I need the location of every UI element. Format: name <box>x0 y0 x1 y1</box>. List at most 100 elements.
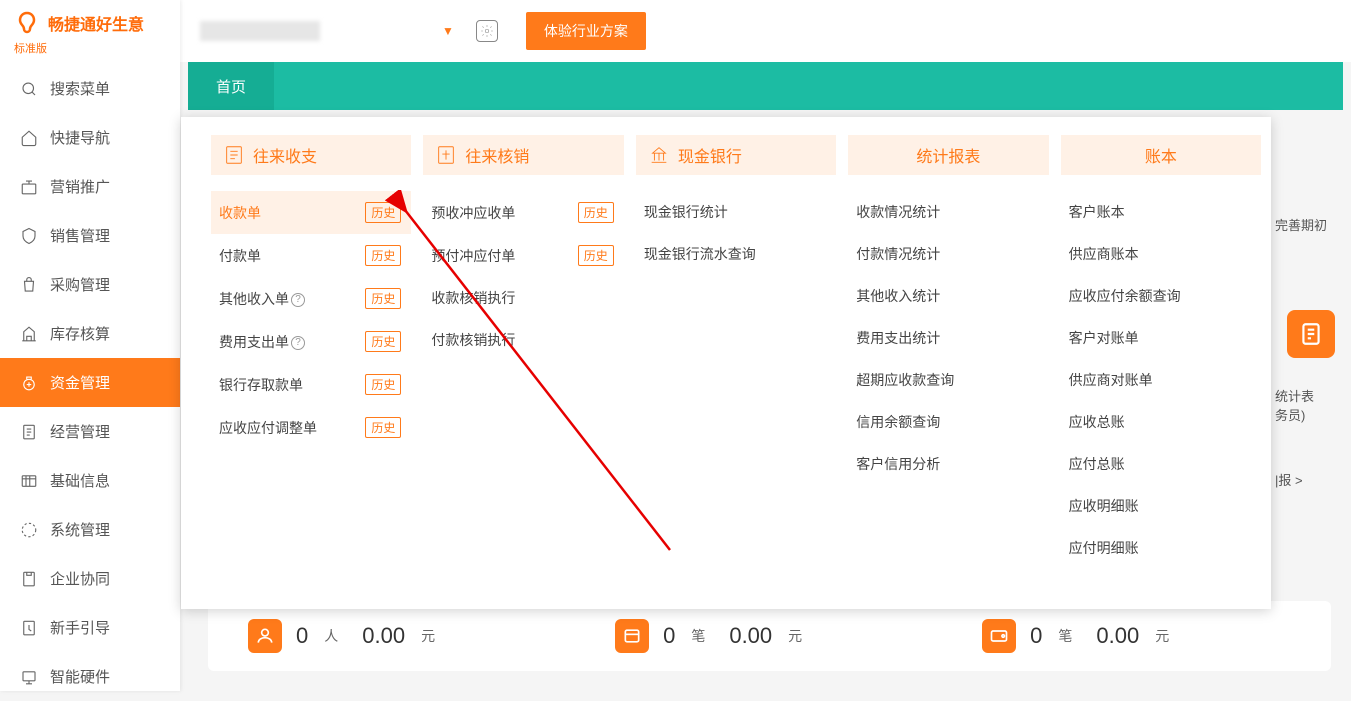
menu-label: 客户对账单 <box>1069 328 1139 348</box>
menu-label: 费用支出单? <box>219 332 305 352</box>
settings-icon[interactable] <box>476 20 498 42</box>
menu-label: 其他收入统计 <box>856 286 940 306</box>
mega-col-4: 统计报表 收款情况统计付款情况统计其他收入统计费用支出统计超期应收款查询信用余额… <box>848 135 1048 569</box>
menu-item-c5-2[interactable]: 应收应付余额查询 <box>1061 275 1261 317</box>
stat3-unit2: 元 <box>1155 626 1169 646</box>
menu-label: 供应商对账单 <box>1069 370 1153 390</box>
menu-item-c5-1[interactable]: 供应商账本 <box>1061 233 1261 275</box>
menu-item-c4-2[interactable]: 其他收入统计 <box>848 275 1048 317</box>
sidebar-item-11[interactable]: 新手引导 <box>0 603 180 652</box>
chevron-down-icon[interactable]: ▼ <box>442 24 454 38</box>
menu-item-c1-5[interactable]: 应收应付调整单历史 <box>211 406 411 449</box>
sidebar-icon-11 <box>20 619 38 637</box>
sidebar-label-1: 快捷导航 <box>50 127 110 148</box>
menu-item-c1-2[interactable]: 其他收入单? 历史 <box>211 277 411 320</box>
menu-label: 应收应付余额查询 <box>1069 286 1181 306</box>
mega-col-5: 账本 客户账本供应商账本应收应付余额查询客户对账单供应商对账单应收总账应付总账应… <box>1061 135 1261 569</box>
menu-item-c1-1[interactable]: 付款单历史 <box>211 234 411 277</box>
sidebar-icon-1 <box>20 129 38 147</box>
menu-item-c5-0[interactable]: 客户账本 <box>1061 191 1261 233</box>
sidebar-item-8[interactable]: 基础信息 <box>0 456 180 505</box>
col-title-4: 统计报表 <box>916 143 980 167</box>
sidebar-item-4[interactable]: 采购管理 <box>0 260 180 309</box>
float-action-icon[interactable] <box>1287 310 1335 358</box>
sidebar-item-5[interactable]: 库存核算 <box>0 309 180 358</box>
menu-label: 客户账本 <box>1069 202 1125 222</box>
history-badge[interactable]: 历史 <box>578 202 614 223</box>
history-badge[interactable]: 历史 <box>365 417 401 438</box>
sidebar-item-10[interactable]: 企业协同 <box>0 554 180 603</box>
menu-label: 信用余额查询 <box>856 412 940 432</box>
menu-item-c5-3[interactable]: 客户对账单 <box>1061 317 1261 359</box>
menu-label: 预付冲应付单 <box>431 246 515 266</box>
history-badge[interactable]: 历史 <box>365 331 401 352</box>
sidebar-icon-7 <box>20 423 38 441</box>
history-badge[interactable]: 历史 <box>578 245 614 266</box>
menu-item-c4-6[interactable]: 客户信用分析 <box>848 443 1048 485</box>
menu-item-c4-5[interactable]: 信用余额查询 <box>848 401 1048 443</box>
history-badge[interactable]: 历史 <box>365 374 401 395</box>
peek-line-4: |报 > <box>1275 470 1351 489</box>
menu-item-c1-4[interactable]: 银行存取款单 历史 <box>211 363 411 406</box>
menu-label: 应付总账 <box>1069 454 1125 474</box>
org-name-redacted <box>200 21 320 41</box>
sidebar-item-9[interactable]: 系统管理 <box>0 505 180 554</box>
menu-item-c5-5[interactable]: 应收总账 <box>1061 401 1261 443</box>
sidebar-label-11: 新手引导 <box>50 617 110 638</box>
sidebar-label-0: 搜索菜单 <box>50 78 110 99</box>
sidebar-item-3[interactable]: 销售管理 <box>0 211 180 260</box>
history-badge[interactable]: 历史 <box>365 245 401 266</box>
receipt-icon <box>223 144 245 166</box>
peek-line-3: 务员) <box>1275 405 1351 424</box>
menu-label: 收款单 <box>219 203 261 223</box>
menu-item-c3-0[interactable]: 现金银行统计 <box>636 191 836 233</box>
menu-item-c4-4[interactable]: 超期应收款查询 <box>848 359 1048 401</box>
experience-plan-button[interactable]: 体验行业方案 <box>526 12 646 50</box>
sidebar-item-1[interactable]: 快捷导航 <box>0 113 180 162</box>
stats-bar: 0人 0.00元 0笔 0.00元 0笔 0.00元 <box>208 601 1331 671</box>
menu-item-c4-3[interactable]: 费用支出统计 <box>848 317 1048 359</box>
col-title-1: 往来收支 <box>253 143 317 167</box>
help-icon[interactable]: ? <box>291 336 305 350</box>
history-badge[interactable]: 历史 <box>365 202 401 223</box>
stat1-count: 0 <box>296 623 308 649</box>
menu-label: 应付明细账 <box>1069 538 1139 558</box>
menu-item-c2-3[interactable]: 付款核销执行 <box>423 319 623 361</box>
sidebar-item-2[interactable]: 营销推广 <box>0 162 180 211</box>
menu-item-c5-6[interactable]: 应付总账 <box>1061 443 1261 485</box>
mega-menu: 往来收支 收款单历史付款单历史其他收入单?历史费用支出单?历史银行存取款单历史应… <box>181 117 1271 609</box>
menu-item-c4-1[interactable]: 付款情况统计 <box>848 233 1048 275</box>
sidebar-item-12[interactable]: 智能硬件 <box>0 652 180 701</box>
menu-item-c5-4[interactable]: 供应商对账单 <box>1061 359 1261 401</box>
menu-label: 付款核销执行 <box>431 330 515 350</box>
menu-item-c4-0[interactable]: 收款情况统计 <box>848 191 1048 233</box>
menu-item-c2-1[interactable]: 预付冲应付单 历史 <box>423 234 623 277</box>
sidebar-label-10: 企业协同 <box>50 568 110 589</box>
menu-label: 银行存取款单 <box>219 375 303 395</box>
sidebar-label-12: 智能硬件 <box>50 666 110 687</box>
col-head-3: 现金银行 <box>636 135 836 175</box>
sidebar-icon-0 <box>20 80 38 98</box>
menu-label: 客户信用分析 <box>856 454 940 474</box>
sidebar-item-7[interactable]: 经营管理 <box>0 407 180 456</box>
menu-item-c2-0[interactable]: 预收冲应收单历史 <box>423 191 623 234</box>
stat-1: 0人 0.00元 <box>248 619 435 653</box>
history-badge[interactable]: 历史 <box>365 288 401 309</box>
menu-label: 其他收入单? <box>219 289 305 309</box>
stat2-count: 0 <box>663 623 675 649</box>
sidebar-label-3: 销售管理 <box>50 225 110 246</box>
col-head-2: 往来核销 <box>423 135 623 175</box>
menu-item-c3-1[interactable]: 现金银行流水查询 <box>636 233 836 275</box>
stat2-unit2: 元 <box>788 626 802 646</box>
sidebar-item-0[interactable]: 搜索菜单 <box>0 64 180 113</box>
menu-item-c5-7[interactable]: 应收明细账 <box>1061 485 1261 527</box>
menu-item-c2-2[interactable]: 收款核销执行 <box>423 277 623 319</box>
menu-item-c1-0[interactable]: 收款单 历史 <box>211 191 411 234</box>
tab-home[interactable]: 首页 <box>188 62 274 110</box>
tabbar: 首页 <box>188 62 1343 110</box>
menu-item-c5-8[interactable]: 应付明细账 <box>1061 527 1261 569</box>
menu-item-c1-3[interactable]: 费用支出单? 历史 <box>211 320 411 363</box>
sidebar-item-6[interactable]: 资金管理 <box>0 358 180 407</box>
menu-label: 应收明细账 <box>1069 496 1139 516</box>
help-icon[interactable]: ? <box>291 293 305 307</box>
